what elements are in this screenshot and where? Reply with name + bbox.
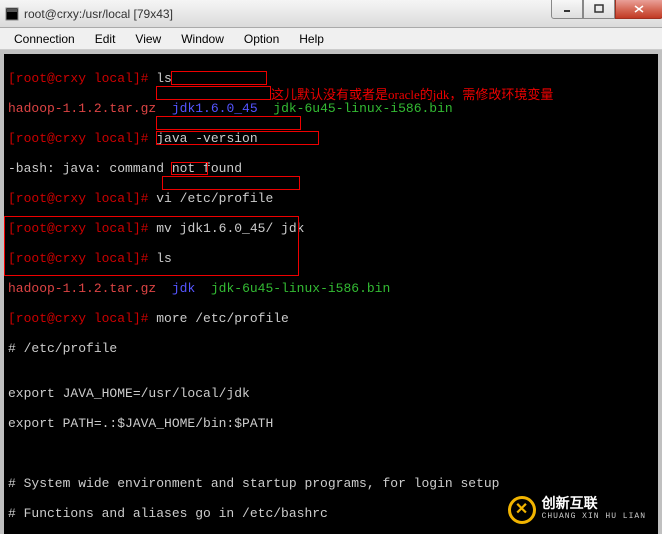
prompt: [root@crxy local]#: [8, 311, 156, 326]
menu-connection[interactable]: Connection: [4, 30, 85, 48]
highlight-box-vi: [156, 116, 301, 130]
file-jdk: jdk: [172, 281, 195, 296]
close-button[interactable]: [615, 0, 662, 19]
menu-help[interactable]: Help: [289, 30, 334, 48]
prompt: [root@crxy local]#: [8, 131, 156, 146]
window: root@crxy:/usr/local [79x43] Connection …: [0, 0, 662, 534]
file-jdk160: jdk1.6.0_45: [172, 101, 258, 116]
file-jdk-bin: jdk-6u45-linux-i586.bin: [211, 281, 390, 296]
output-notfound: -bash: java: command not found: [8, 161, 654, 176]
terminal[interactable]: [root@crxy local]# ls hadoop-1.1.2.tar.g…: [0, 50, 662, 534]
cmd-ls2: ls: [156, 251, 172, 266]
logo-icon: [508, 496, 536, 524]
output-line: # System wide environment and startup pr…: [8, 476, 654, 491]
menu-view[interactable]: View: [125, 30, 171, 48]
app-icon: [4, 6, 20, 22]
cmd-ls: ls: [156, 71, 172, 86]
cmd-mv-jdk: mv jdk1.6.0_45/ jdk: [156, 221, 304, 236]
cmd-vi-profile: vi /etc/profile: [156, 191, 273, 206]
cmd-more-profile: more /etc/profile: [156, 311, 289, 326]
window-controls: [551, 0, 662, 19]
menu-edit[interactable]: Edit: [85, 30, 126, 48]
highlight-box-more: [162, 176, 300, 190]
file-hadoop: hadoop-1.1.2.tar.gz: [8, 281, 156, 296]
output-line: # /etc/profile: [8, 341, 654, 356]
prompt: [root@crxy local]#: [8, 251, 156, 266]
watermark-logo: 创新互联 CHUANG XIN HU LIAN: [508, 496, 646, 524]
menu-window[interactable]: Window: [171, 30, 234, 48]
prompt: [root@crxy local]#: [8, 71, 156, 86]
file-jdk-bin: jdk-6u45-linux-i586.bin: [273, 101, 452, 116]
annotation-text: 这儿默认没有或者是oracle的jdk，需修改环境变量: [271, 87, 553, 102]
titlebar[interactable]: root@crxy:/usr/local [79x43]: [0, 0, 662, 28]
output-export2: export PATH=.:$JAVA_HOME/bin:$PATH: [8, 416, 654, 431]
menubar: Connection Edit View Window Option Help: [0, 28, 662, 50]
minimize-button[interactable]: [551, 0, 583, 19]
menu-option[interactable]: Option: [234, 30, 289, 48]
highlight-box-javaver: [156, 86, 271, 100]
logo-text: 创新互联: [542, 498, 646, 513]
prompt: [root@crxy local]#: [8, 221, 156, 236]
maximize-button[interactable]: [583, 0, 615, 19]
prompt: [root@crxy local]#: [8, 191, 156, 206]
cmd-java-version: java -version: [156, 131, 257, 146]
file-hadoop: hadoop-1.1.2.tar.gz: [8, 101, 156, 116]
output-export1: export JAVA_HOME=/usr/local/jdk: [8, 386, 654, 401]
logo-subtext: CHUANG XIN HU LIAN: [542, 513, 646, 521]
